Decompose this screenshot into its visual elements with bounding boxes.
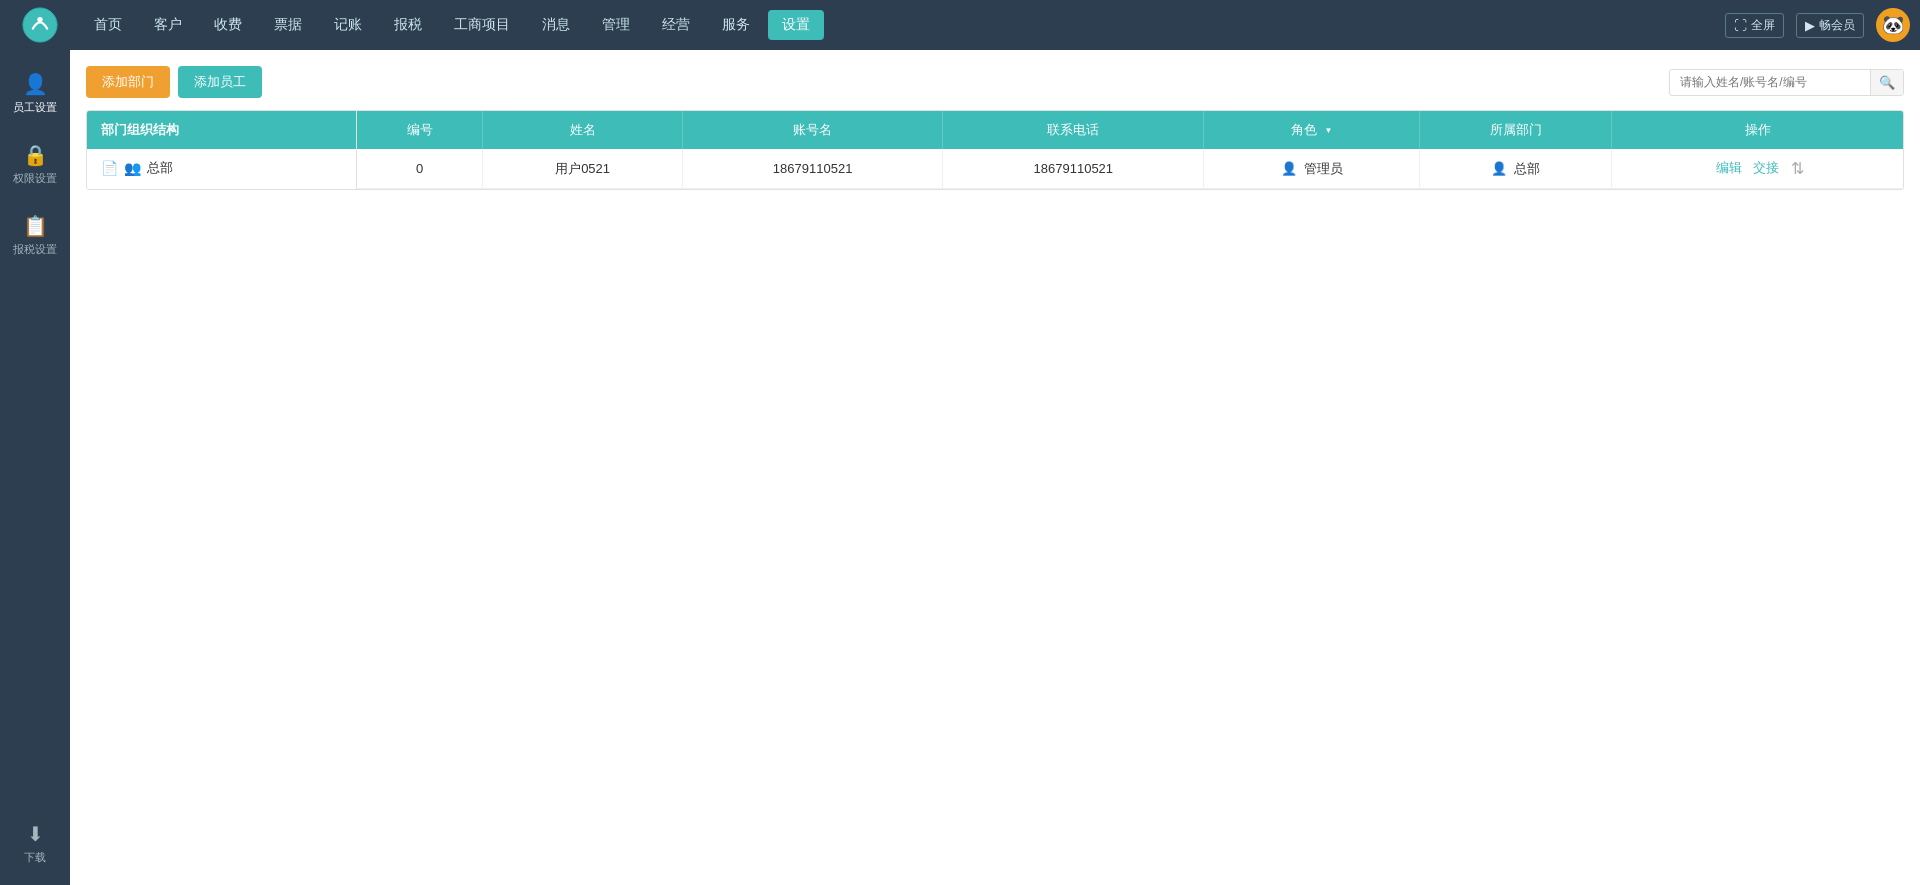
search-button[interactable]: 🔍: [1870, 70, 1903, 95]
main-content: 添加部门 添加员工 🔍 部门组织结构 📄 👥: [70, 50, 1920, 885]
cell-actions: 编辑 交接 ⇅: [1612, 149, 1903, 189]
col-header-account: 账号名: [682, 111, 943, 149]
fullscreen-button[interactable]: ⛶ 全屏: [1725, 13, 1784, 38]
col-header-name: 姓名: [483, 111, 682, 149]
dept-user-icon: 👥: [124, 160, 141, 176]
nav-home[interactable]: 首页: [80, 10, 136, 40]
col-header-dept: 所属部门: [1420, 111, 1612, 149]
dept-tree-header: 部门组织结构: [87, 111, 356, 149]
member-button[interactable]: ▶ 畅会员: [1796, 13, 1864, 38]
table-head: 编号 姓名 账号名 联系电话 角色 ▼ 所属部门 操作: [357, 111, 1903, 149]
sidebar-tax-label: 报税设置: [13, 242, 57, 257]
dept-ref-user-icon: 👤: [1491, 161, 1507, 176]
tax-setting-icon: 📋: [23, 214, 48, 238]
dept-file-icon: 📄: [101, 160, 118, 176]
dept-tree-item[interactable]: 📄 👥 总部: [87, 149, 356, 187]
permission-icon: 🔒: [23, 143, 48, 167]
cell-account: 18679110521: [682, 149, 943, 189]
nav-operation[interactable]: 经营: [648, 10, 704, 40]
nav-invoice[interactable]: 票据: [260, 10, 316, 40]
employee-icon: 👤: [23, 72, 48, 96]
member-icon: ▶: [1805, 18, 1815, 33]
sidebar: 👤 员工设置 🔒 权限设置 📋 报税设置 ⬇ 下载: [0, 50, 70, 885]
sidebar-employee-label: 员工设置: [13, 100, 57, 115]
avatar[interactable]: 🐼: [1876, 8, 1910, 42]
cell-role: 👤 管理员: [1204, 149, 1420, 189]
nav-customer[interactable]: 客户: [140, 10, 196, 40]
top-nav-right: ⛶ 全屏 ▶ 畅会员 🐼: [1725, 8, 1910, 42]
svg-point-1: [37, 17, 42, 22]
transfer-link[interactable]: 交接: [1753, 160, 1779, 175]
search-icon: 🔍: [1879, 75, 1895, 90]
nav-fee[interactable]: 收费: [200, 10, 256, 40]
search-bar: 🔍: [1669, 69, 1904, 96]
sidebar-item-tax-setting[interactable]: 📋 报税设置: [0, 202, 70, 269]
nav-tax[interactable]: 报税: [380, 10, 436, 40]
col-header-id: 编号: [357, 111, 483, 149]
fullscreen-icon: ⛶: [1734, 18, 1747, 33]
col-header-role: 角色 ▼: [1204, 111, 1420, 149]
logo: [10, 7, 70, 43]
download-icon: ⬇: [27, 822, 44, 846]
edit-link[interactable]: 编辑: [1716, 160, 1742, 175]
cell-id: 0: [357, 149, 483, 189]
nav-items: 首页 客户 收费 票据 记账 报税 工商项目 消息 管理 经营 服务 设置: [80, 10, 1725, 40]
nav-accounting[interactable]: 记账: [320, 10, 376, 40]
col-header-phone: 联系电话: [943, 111, 1204, 149]
nav-service[interactable]: 服务: [708, 10, 764, 40]
sidebar-item-employee[interactable]: 👤 员工设置: [0, 60, 70, 127]
sidebar-download-label: 下载: [24, 850, 46, 865]
nav-manage[interactable]: 管理: [588, 10, 644, 40]
search-input[interactable]: [1670, 70, 1870, 94]
table-header-row: 编号 姓名 账号名 联系电话 角色 ▼ 所属部门 操作: [357, 111, 1903, 149]
table-section: 部门组织结构 📄 👥 总部 编号 姓名 账号名: [86, 110, 1904, 190]
top-nav: 首页 客户 收费 票据 记账 报税 工商项目 消息 管理 经营 服务 设置 ⛶ …: [0, 0, 1920, 50]
row-sort-arrows[interactable]: ⇅: [1791, 160, 1804, 177]
add-staff-button[interactable]: 添加员工: [178, 66, 262, 98]
add-dept-button[interactable]: 添加部门: [86, 66, 170, 98]
nav-message[interactable]: 消息: [528, 10, 584, 40]
table-row: 0 用户0521 18679110521 18679110521 👤 管理员 👤: [357, 149, 1903, 189]
cell-phone: 18679110521: [943, 149, 1204, 189]
nav-settings[interactable]: 设置: [768, 10, 824, 40]
cell-dept: 👤 总部: [1420, 149, 1612, 189]
layout: 👤 员工设置 🔒 权限设置 📋 报税设置 ⬇ 下载 添加部门 添加员工: [0, 50, 1920, 885]
content-area: 添加部门 添加员工 🔍 部门组织结构 📄 👥: [70, 50, 1920, 885]
cell-name: 用户0521: [483, 149, 682, 189]
table-body: 0 用户0521 18679110521 18679110521 👤 管理员 👤: [357, 149, 1903, 189]
role-user-icon: 👤: [1281, 161, 1297, 176]
toolbar-row: 添加部门 添加员工 🔍: [86, 66, 1904, 98]
member-label: 畅会员: [1819, 17, 1855, 34]
fullscreen-label: 全屏: [1751, 17, 1775, 34]
col-header-action: 操作: [1612, 111, 1903, 149]
staff-table: 编号 姓名 账号名 联系电话 角色 ▼ 所属部门 操作: [357, 111, 1903, 189]
svg-point-0: [23, 8, 57, 42]
nav-commerce[interactable]: 工商项目: [440, 10, 524, 40]
sidebar-item-permission[interactable]: 🔒 权限设置: [0, 131, 70, 198]
dept-tree: 部门组织结构 📄 👥 总部: [87, 111, 357, 189]
sidebar-permission-label: 权限设置: [13, 171, 57, 186]
role-sort-icon[interactable]: ▼: [1325, 126, 1333, 135]
dept-tree-label: 总部: [147, 159, 173, 177]
staff-table-wrap: 编号 姓名 账号名 联系电话 角色 ▼ 所属部门 操作: [357, 111, 1903, 189]
sidebar-download[interactable]: ⬇ 下载: [20, 812, 50, 875]
